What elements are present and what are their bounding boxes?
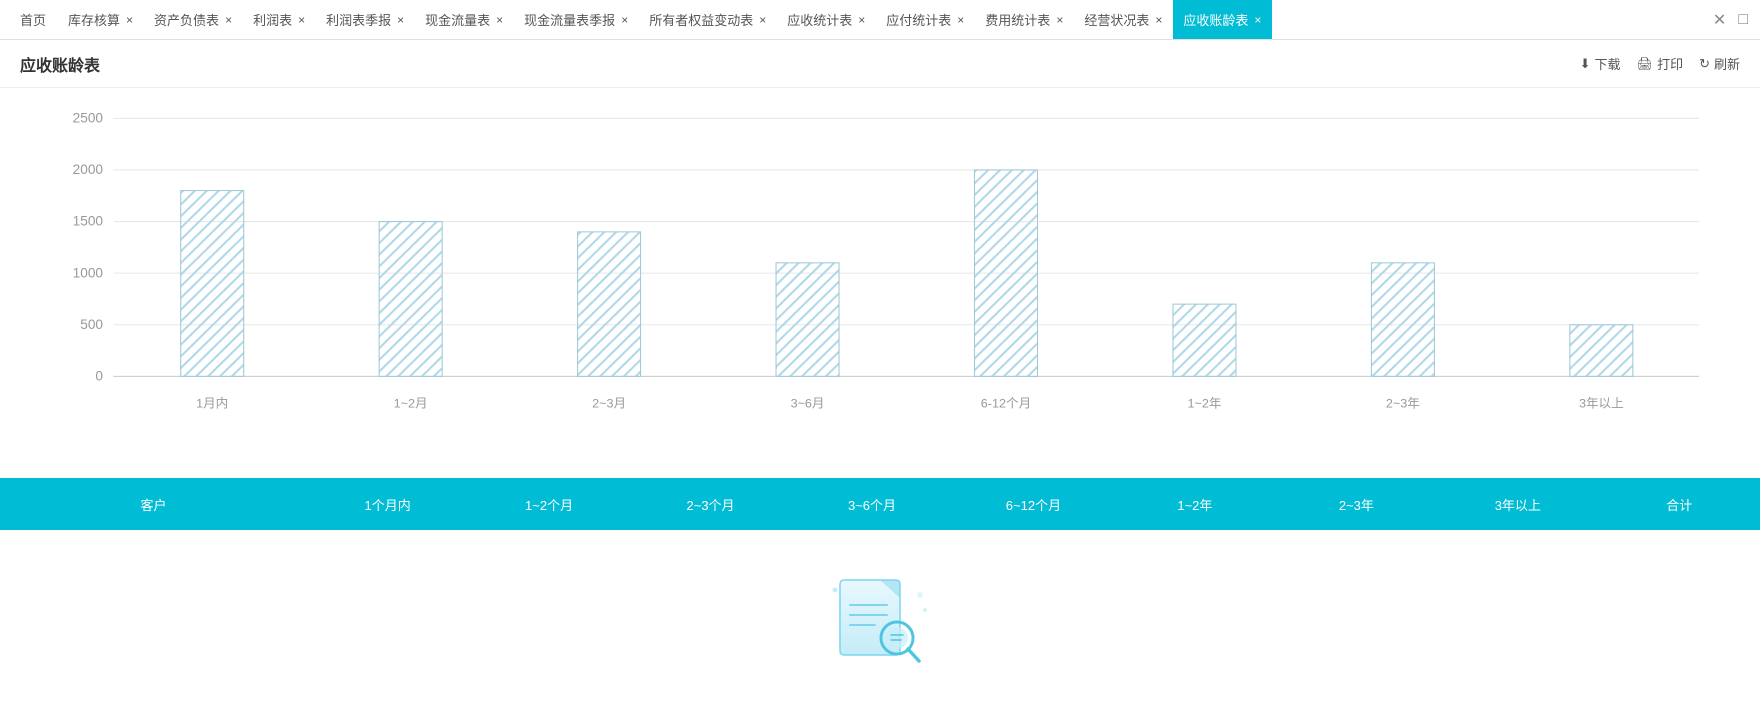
tab-aging[interactable]: 应收账龄表 × <box>1173 0 1272 40</box>
close-icon[interactable]: × <box>1155 14 1162 26</box>
tab-profit-quarter[interactable]: 利润表季报 × <box>316 0 415 40</box>
close-icon[interactable]: × <box>759 14 766 26</box>
close-icon[interactable]: × <box>858 14 865 26</box>
close-icon[interactable]: × <box>957 14 964 26</box>
close-icon[interactable]: × <box>496 14 503 26</box>
close-icon[interactable]: × <box>397 14 404 26</box>
svg-text:1000: 1000 <box>73 265 103 280</box>
table-header: 客户 1个月内 1~2个月 2~3个月 3~6个月 6~12个月 1~2年 2~… <box>0 478 1760 530</box>
bar-8 <box>1570 325 1633 377</box>
page-header: 应收账龄表 ⬇ 下载 🖨 打印 ↻ 刷新 <box>0 40 1760 88</box>
tab-home[interactable]: 首页 <box>8 10 58 29</box>
chart-container: 2500 2000 1500 1000 500 0 1月内 1~2月 <box>40 108 1720 428</box>
bar-1 <box>181 191 244 377</box>
chart-svg: 2500 2000 1500 1000 500 0 1月内 1~2月 <box>40 108 1720 428</box>
svg-text:0: 0 <box>95 369 103 384</box>
bar-3 <box>578 232 641 377</box>
tab-expense-stat[interactable]: 费用统计表 × <box>975 0 1074 40</box>
download-icon: ⬇ <box>1580 56 1591 72</box>
th-6to12month: 6~12个月 <box>953 495 1114 514</box>
window-close-button[interactable]: ✕ <box>1709 8 1730 32</box>
empty-illustration <box>825 570 935 670</box>
main-content: 2500 2000 1500 1000 500 0 1月内 1~2月 <box>0 88 1760 720</box>
svg-text:1~2月: 1~2月 <box>394 396 428 410</box>
th-1to2year: 1~2年 <box>1114 495 1275 514</box>
th-1to2month: 1~2个月 <box>468 495 629 514</box>
download-button[interactable]: ⬇ 下载 <box>1580 54 1621 73</box>
empty-state <box>0 530 1760 710</box>
close-icon[interactable]: × <box>621 14 628 26</box>
th-customer: 客户 <box>0 495 307 514</box>
bar-2 <box>379 222 442 377</box>
close-icon[interactable]: × <box>298 14 305 26</box>
tab-bar: 首页 库存核算 × 资产负债表 × 利润表 × 利润表季报 × 现金流量表 × … <box>0 0 1760 40</box>
header-actions: ⬇ 下载 🖨 打印 ↻ 刷新 <box>1580 54 1740 73</box>
refresh-icon: ↻ <box>1699 56 1710 72</box>
tab-inventory[interactable]: 库存核算 × <box>58 0 144 40</box>
bar-5 <box>975 170 1038 376</box>
tab-profit[interactable]: 利润表 × <box>243 0 316 40</box>
th-1month: 1个月内 <box>307 495 468 514</box>
th-total: 合计 <box>1599 495 1760 514</box>
th-2to3month: 2~3个月 <box>630 495 791 514</box>
print-button[interactable]: 🖨 打印 <box>1637 54 1684 73</box>
tab-receivable-stat[interactable]: 应收统计表 × <box>777 0 876 40</box>
refresh-button[interactable]: ↻ 刷新 <box>1699 54 1740 73</box>
tab-payable-stat[interactable]: 应付统计表 × <box>876 0 975 40</box>
svg-text:1月内: 1月内 <box>196 396 228 410</box>
svg-text:3~6月: 3~6月 <box>791 396 825 410</box>
bar-6 <box>1173 304 1236 376</box>
close-icon[interactable]: × <box>225 14 232 26</box>
window-maximize-button[interactable]: □ <box>1734 9 1752 31</box>
tab-balance[interactable]: 资产负债表 × <box>144 0 243 40</box>
svg-text:1500: 1500 <box>73 214 103 229</box>
tab-equity[interactable]: 所有者权益变动表 × <box>639 0 777 40</box>
svg-text:6-12个月: 6-12个月 <box>981 396 1031 410</box>
svg-text:2000: 2000 <box>73 162 103 177</box>
tab-cashflow-quarter[interactable]: 现金流量表季报 × <box>514 0 639 40</box>
close-icon[interactable]: × <box>1254 14 1261 26</box>
tab-cashflow[interactable]: 现金流量表 × <box>415 0 514 40</box>
svg-text:2~3年: 2~3年 <box>1386 396 1420 410</box>
svg-text:1~2年: 1~2年 <box>1187 396 1221 410</box>
svg-text:2500: 2500 <box>73 111 103 126</box>
close-icon[interactable]: × <box>126 14 133 26</box>
svg-text:3年以上: 3年以上 <box>1579 396 1624 410</box>
th-2to3year: 2~3年 <box>1276 495 1437 514</box>
bar-4 <box>776 263 839 377</box>
th-3yearplus: 3年以上 <box>1437 495 1598 514</box>
tab-operation[interactable]: 经营状况表 × <box>1074 0 1173 40</box>
svg-text:2~3月: 2~3月 <box>592 396 626 410</box>
svg-text:500: 500 <box>80 317 103 332</box>
page-title: 应收账龄表 <box>20 52 100 76</box>
close-icon[interactable]: × <box>1056 14 1063 26</box>
tab-window-actions: ✕ □ <box>1709 8 1752 32</box>
print-icon: 🖨 <box>1637 56 1654 72</box>
th-3to6month: 3~6个月 <box>791 495 952 514</box>
chart-area: 2500 2000 1500 1000 500 0 1月内 1~2月 <box>0 88 1760 478</box>
bar-7 <box>1371 263 1434 377</box>
